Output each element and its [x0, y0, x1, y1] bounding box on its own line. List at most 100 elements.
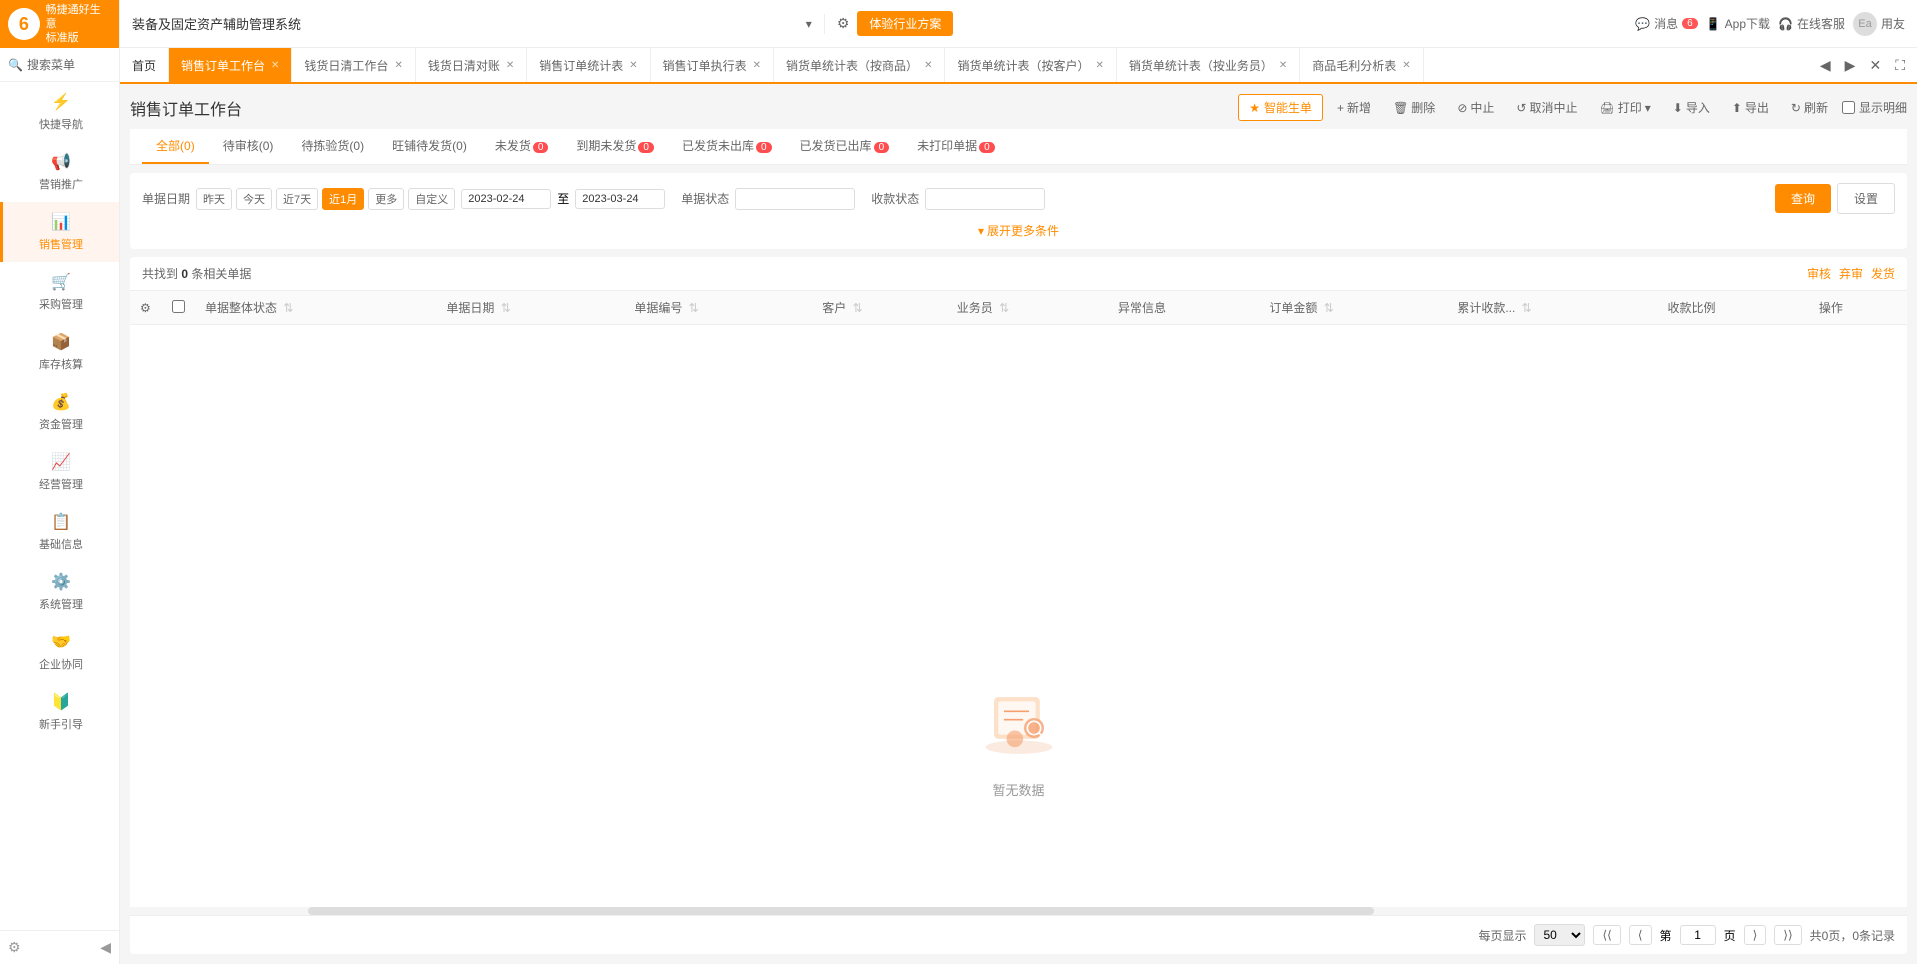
- online-service-button[interactable]: 🎧 在线客服: [1778, 15, 1845, 32]
- page-last-btn[interactable]: ⟩⟩: [1774, 925, 1801, 945]
- page-prev-btn[interactable]: ⟨: [1629, 925, 1652, 945]
- delete-button[interactable]: 🗑 删除: [1385, 95, 1443, 120]
- tab-close-sales-stat[interactable]: ✕: [629, 60, 637, 71]
- tab-goods-margin[interactable]: 商品毛利分析表 ✕: [1300, 48, 1423, 83]
- tab-close-cash-reconcile[interactable]: ✕: [506, 60, 514, 71]
- reject-action-btn[interactable]: 弃审: [1839, 265, 1863, 282]
- settings-icon[interactable]: ⚙: [8, 939, 21, 956]
- date-more-btn[interactable]: 更多: [368, 188, 404, 210]
- sub-tab-shipped-warehoused[interactable]: 已发货已出库0: [786, 129, 904, 164]
- import-button[interactable]: ⬇ 导入: [1665, 95, 1718, 120]
- tab-goods-stat-staff[interactable]: 销货单统计表（按业务员） ✕: [1117, 48, 1300, 83]
- page-next-btn[interactable]: ⟩: [1744, 925, 1767, 945]
- sub-tab-unprinted[interactable]: 未打印单据0: [903, 129, 1009, 164]
- cancel-stop-button[interactable]: ↺ 取消中止: [1508, 95, 1585, 120]
- show-detail-input[interactable]: [1842, 101, 1855, 114]
- sort-status-icon[interactable]: ⇅: [283, 301, 293, 315]
- search-menu[interactable]: 🔍 搜索菜单: [0, 48, 119, 82]
- sidebar-item-system[interactable]: ⚙️ 系统管理: [0, 562, 119, 622]
- sidebar-item-guide[interactable]: 🔰 新手引导: [0, 682, 119, 742]
- collapse-icon[interactable]: ◀: [100, 939, 111, 956]
- refresh-button[interactable]: ↻ 刷新: [1783, 95, 1836, 120]
- tab-close-cash-daily[interactable]: ✕: [394, 60, 402, 71]
- tab-home[interactable]: 首页: [120, 48, 169, 83]
- tab-goods-stat-product[interactable]: 销货单统计表（按商品） ✕: [774, 48, 945, 83]
- tab-close-goods-margin[interactable]: ✕: [1402, 60, 1410, 71]
- tab-close-sales-exec[interactable]: ✕: [753, 60, 761, 71]
- select-all-checkbox[interactable]: [172, 300, 185, 313]
- sort-received-icon[interactable]: ⇅: [1522, 301, 1532, 315]
- industry-solution-button[interactable]: 体验行业方案: [857, 11, 953, 36]
- tab-cash-reconcile[interactable]: 钱货日清对账 ✕: [416, 48, 527, 83]
- sort-staff-icon[interactable]: ⇅: [999, 301, 1009, 315]
- horizontal-scrollbar[interactable]: [130, 907, 1907, 915]
- sidebar-item-cooperation[interactable]: 🤝 企业协同: [0, 622, 119, 682]
- sub-tab-unshipped[interactable]: 未发货0: [481, 129, 563, 164]
- date-1month-btn[interactable]: 近1月: [322, 188, 364, 210]
- tab-controls: ◀ ▶ ✕ ⛶: [1808, 55, 1917, 76]
- stop-button[interactable]: ⊘ 中止: [1449, 95, 1502, 120]
- page-first-btn[interactable]: ⟨⟨: [1593, 925, 1620, 945]
- tab-sales-stat[interactable]: 销售订单统计表 ✕: [527, 48, 650, 83]
- sub-tab-shipped-unwarehouse[interactable]: 已发货未出库0: [668, 129, 786, 164]
- sort-amount-icon[interactable]: ⇅: [1324, 301, 1334, 315]
- tab-close-goods-stat-product[interactable]: ✕: [924, 60, 932, 71]
- sort-client-icon[interactable]: ⇅: [853, 301, 863, 315]
- config-icon[interactable]: ⚙: [140, 301, 151, 315]
- tab-goods-stat-client[interactable]: 销货单统计表（按客户） ✕: [945, 48, 1116, 83]
- settings-gear-icon[interactable]: ⚙: [837, 15, 850, 32]
- sort-number-icon[interactable]: ⇅: [689, 301, 699, 315]
- review-action-btn[interactable]: 审核: [1807, 265, 1831, 282]
- sub-tab-pending-check[interactable]: 待拣验货(0): [287, 129, 378, 164]
- ship-action-btn[interactable]: 发货: [1871, 265, 1895, 282]
- export-button[interactable]: ⬆ 导出: [1724, 95, 1777, 120]
- status-select[interactable]: [735, 188, 855, 210]
- date-to-input[interactable]: [575, 189, 665, 209]
- date-yesterday-btn[interactable]: 昨天: [196, 188, 232, 210]
- tab-close-goods-stat-client[interactable]: ✕: [1095, 60, 1103, 71]
- payment-select[interactable]: [925, 188, 1045, 210]
- sidebar-item-purchase[interactable]: 🛒 采购管理: [0, 262, 119, 322]
- sidebar-item-quick-nav[interactable]: ⚡ 快捷导航: [0, 82, 119, 142]
- tab-expand-icon[interactable]: ⛶: [1889, 55, 1911, 76]
- system-dropdown[interactable]: ▾: [806, 17, 812, 31]
- tab-close-all-icon[interactable]: ✕: [1863, 55, 1887, 76]
- message-button[interactable]: 💬 消息 6: [1635, 15, 1698, 32]
- sort-date-icon[interactable]: ⇅: [501, 301, 511, 315]
- tab-cash-daily[interactable]: 钱货日清工作台 ✕: [292, 48, 415, 83]
- tab-close-sales-order[interactable]: ✕: [271, 60, 279, 71]
- per-page-select[interactable]: 50 100 200: [1534, 924, 1585, 946]
- sidebar-item-basic-info[interactable]: 📋 基础信息: [0, 502, 119, 562]
- date-7days-btn[interactable]: 近7天: [276, 188, 318, 210]
- date-today-btn[interactable]: 今天: [236, 188, 272, 210]
- tab-sales-exec[interactable]: 销售订单执行表 ✕: [651, 48, 774, 83]
- payment-filter-label: 收款状态: [871, 190, 919, 207]
- print-button[interactable]: 🖨 打印 ▾: [1591, 95, 1658, 120]
- add-button[interactable]: + 新增: [1329, 95, 1379, 120]
- sub-tab-all[interactable]: 全部(0): [142, 129, 209, 164]
- show-detail-checkbox[interactable]: 显示明细: [1842, 99, 1907, 116]
- smart-create-button[interactable]: ★ 智能生单: [1238, 94, 1323, 121]
- date-custom-btn[interactable]: 自定义: [408, 188, 455, 210]
- sidebar-item-inventory[interactable]: 📦 库存核算: [0, 322, 119, 382]
- page-input[interactable]: [1680, 925, 1716, 945]
- sidebar-item-operations[interactable]: 📈 经营管理: [0, 442, 119, 502]
- date-from-input[interactable]: [461, 189, 551, 209]
- sidebar-item-sales[interactable]: 📊 销售管理: [0, 202, 119, 262]
- tab-prev-icon[interactable]: ◀: [1814, 55, 1837, 76]
- user-menu[interactable]: Ea 用友: [1853, 12, 1905, 36]
- sub-tab-wangpu[interactable]: 旺铺待发货(0): [378, 129, 481, 164]
- query-button[interactable]: 查询: [1775, 184, 1831, 213]
- th-status: 单据整体状态 ⇅: [195, 291, 436, 325]
- sidebar-item-finance[interactable]: 💰 资金管理: [0, 382, 119, 442]
- sidebar-item-marketing[interactable]: 📢 营销推广: [0, 142, 119, 202]
- app-download-button[interactable]: 📱 App下载: [1706, 15, 1770, 32]
- expand-more-button[interactable]: ▾ 展开更多条件: [978, 222, 1059, 239]
- tab-close-goods-stat-staff[interactable]: ✕: [1279, 60, 1287, 71]
- tab-next-icon[interactable]: ▶: [1839, 55, 1862, 76]
- tab-sales-order[interactable]: 销售订单工作台 ✕: [169, 48, 292, 83]
- scrollbar-thumb[interactable]: [308, 907, 1374, 915]
- sub-tab-expired-unshipped[interactable]: 到期未发货0: [562, 129, 668, 164]
- filter-settings-button[interactable]: 设置: [1837, 183, 1895, 214]
- sub-tab-pending-review[interactable]: 待审核(0): [209, 129, 288, 164]
